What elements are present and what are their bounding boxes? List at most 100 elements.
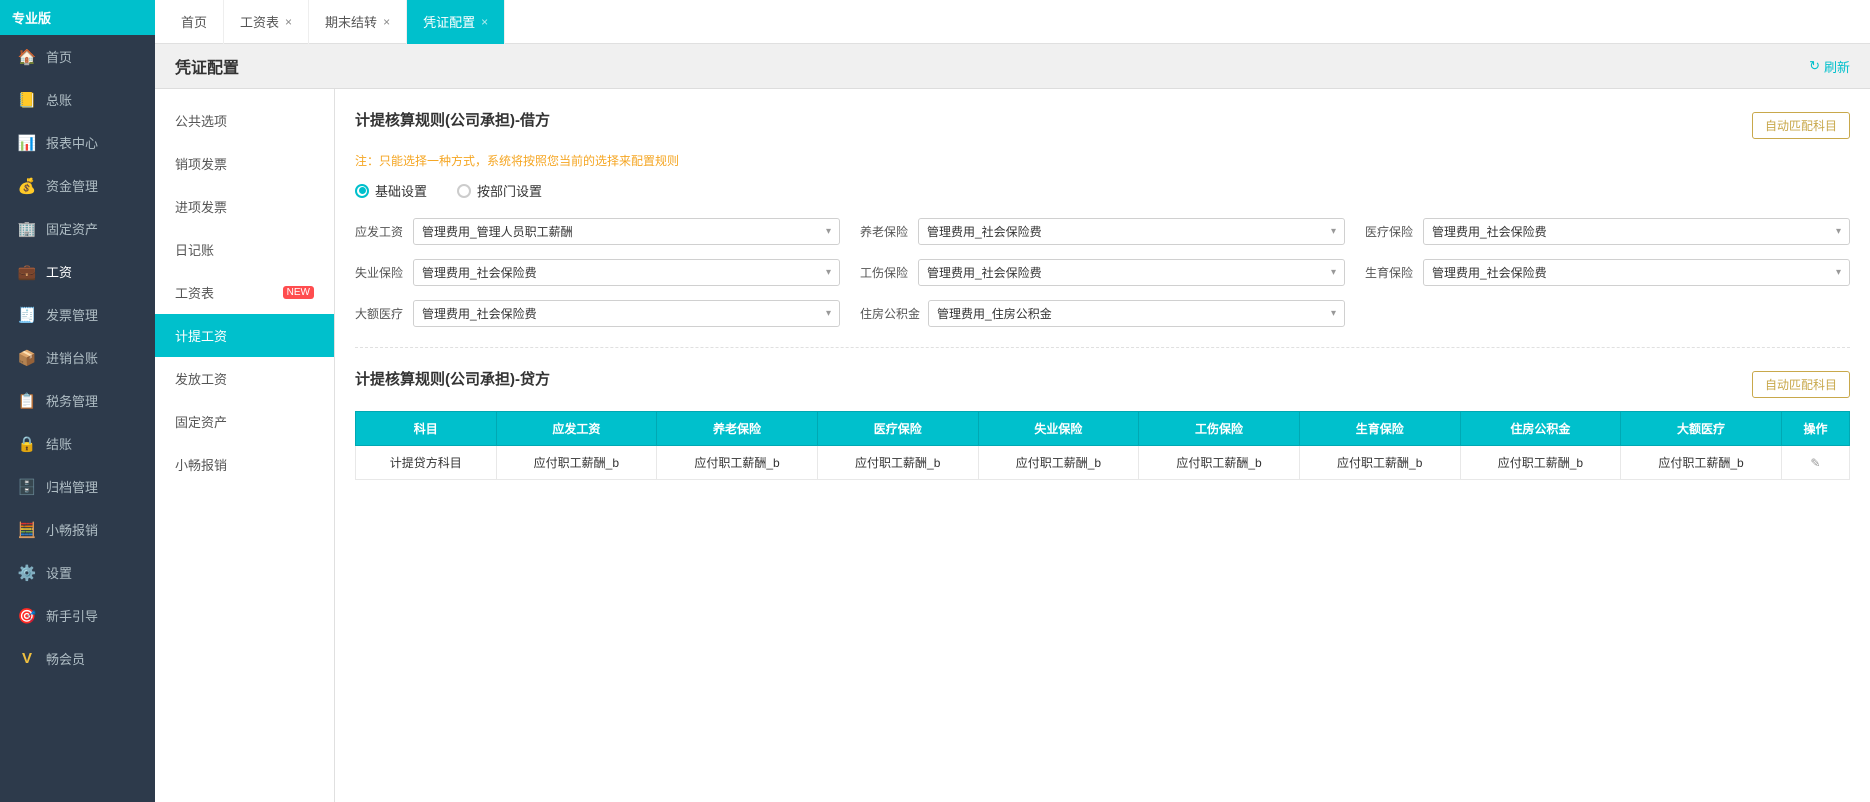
sidebar-item-invoice[interactable]: 🧾 发票管理 (0, 293, 155, 336)
sidebar-item-tax[interactable]: 📋 税务管理 (0, 379, 155, 422)
sidebar-item-assets[interactable]: 🏢 固定资产 (0, 207, 155, 250)
td-row1-col6: 应付职工薪酬_b (1139, 446, 1300, 480)
debit-form-row-1: 应发工资 管理费用_管理人员职工薪酬 ▾ 养老保险 管理费用_社会保险费 ▾ 医… (355, 218, 1850, 245)
left-nav-payroll-table[interactable]: 工资表 NEW (155, 271, 334, 314)
ledger-icon: 📒 (18, 91, 36, 109)
sidebar-item-guide[interactable]: 🎯 新手引导 (0, 594, 155, 637)
sidebar-item-archive[interactable]: 🗄️ 归档管理 (0, 465, 155, 508)
funds-icon: 💰 (18, 177, 36, 195)
td-row1-col8: 应付职工薪酬_b (1460, 446, 1621, 480)
section-divider (355, 347, 1850, 348)
sidebar-item-funds[interactable]: 💰 资金管理 (0, 164, 155, 207)
debit-section-note: 注：只能选择一种方式，系统将按照您当前的选择来配置规则 (355, 152, 1850, 169)
page-title: 凭证配置 (175, 54, 239, 78)
sidebar-item-ledger[interactable]: 📒 总账 (0, 78, 155, 121)
radio-group: 基础设置 按部门设置 (355, 181, 1850, 200)
guide-icon: 🎯 (18, 607, 36, 625)
radio-basic[interactable]: 基础设置 (355, 181, 427, 200)
select-shiye[interactable]: 管理费用_社会保险费 ▾ (413, 259, 840, 286)
reports-icon: 📊 (18, 134, 36, 152)
select-yiliao[interactable]: 管理费用_社会保险费 ▾ (1423, 218, 1850, 245)
close-period-icon: 🔒 (18, 435, 36, 453)
td-row1-col4: 应付职工薪酬_b (817, 446, 978, 480)
left-nav-purchase-invoice[interactable]: 进项发票 (155, 185, 334, 228)
left-nav-sales-invoice[interactable]: 销项发票 (155, 142, 334, 185)
settings-icon: ⚙️ (18, 564, 36, 582)
th-daeli: 大额医疗 (1621, 412, 1782, 446)
left-nav-pay-salary[interactable]: 发放工资 (155, 357, 334, 400)
sidebar-item-close[interactable]: 🔒 结账 (0, 422, 155, 465)
sidebar-item-expense[interactable]: 🧮 小畅报销 (0, 508, 155, 551)
refresh-icon: ↻ (1809, 58, 1820, 74)
chevron-down-icon: ▾ (826, 308, 831, 319)
sidebar-item-member[interactable]: V 畅会员 (0, 637, 155, 680)
radio-basic-circle (355, 184, 369, 198)
credit-section-title: 计提核算规则(公司承担)-贷方 (355, 368, 550, 389)
form-row-shengyu: 生育保险 管理费用_社会保险费 ▾ (1365, 259, 1850, 286)
select-yanglao[interactable]: 管理费用_社会保险费 ▾ (918, 218, 1345, 245)
credit-auto-match-button[interactable]: 自动匹配科目 (1752, 371, 1850, 398)
th-yanglao: 养老保险 (657, 412, 818, 446)
th-gongjijin: 住房公积金 (1460, 412, 1621, 446)
tab-home[interactable]: 首页 (165, 0, 224, 44)
edit-icon[interactable]: ✎ (1810, 456, 1820, 470)
close-tab-period-close[interactable]: × (383, 15, 390, 29)
td-row1-col7: 应付职工薪酬_b (1299, 446, 1460, 480)
tab-voucher-config[interactable]: 凭证配置 × (407, 0, 505, 44)
left-nav-journal[interactable]: 日记账 (155, 228, 334, 271)
form-row-shiye: 失业保险 管理费用_社会保险费 ▾ (355, 259, 840, 286)
th-yingfa: 应发工资 (496, 412, 657, 446)
form-row-yingfa: 应发工资 管理费用_管理人员职工薪酬 ▾ (355, 218, 840, 245)
select-gongshang[interactable]: 管理费用_社会保险费 ▾ (918, 259, 1345, 286)
sidebar-item-home[interactable]: 🏠 首页 (0, 35, 155, 78)
th-yiliao: 医疗保险 (817, 412, 978, 446)
stock-icon: 📦 (18, 349, 36, 367)
left-nav-fixed-assets[interactable]: 固定资产 (155, 400, 334, 443)
td-row1-col2: 应付职工薪酬_b (496, 446, 657, 480)
chevron-down-icon: ▾ (1836, 226, 1841, 237)
debit-form-row-2: 失业保险 管理费用_社会保险费 ▾ 工伤保险 管理费用_社会保险费 ▾ 生育保险 (355, 259, 1850, 286)
select-gongjijin[interactable]: 管理费用_住房公积金 ▾ (928, 300, 1345, 327)
sidebar-item-salary[interactable]: 💼 工资 (0, 250, 155, 293)
left-nav-expense-report[interactable]: 小畅报销 (155, 443, 334, 486)
sidebar-item-stock[interactable]: 📦 进销台账 (0, 336, 155, 379)
left-nav: 公共选项 销项发票 进项发票 日记账 工资表 NEW 计提工资 发放工资 固 (155, 89, 335, 802)
left-nav-public[interactable]: 公共选项 (155, 99, 334, 142)
invoice-icon: 🧾 (18, 306, 36, 324)
tab-payroll[interactable]: 工资表 × (224, 0, 309, 44)
radio-dept-circle (457, 184, 471, 198)
chevron-down-icon: ▾ (1331, 226, 1336, 237)
archive-icon: 🗄️ (18, 478, 36, 496)
close-tab-voucher-config[interactable]: × (481, 15, 488, 29)
table-row: 计提贷方科目 应付职工薪酬_b 应付职工薪酬_b 应付职工薪酬_b 应付职工薪酬… (356, 446, 1850, 480)
left-nav-calc-salary[interactable]: 计提工资 (155, 314, 334, 357)
form-row-yanglao: 养老保险 管理费用_社会保险费 ▾ (860, 218, 1345, 245)
select-daeli[interactable]: 管理费用_社会保险费 ▾ (413, 300, 840, 327)
sidebar: 专业版 🏠 首页 📒 总账 📊 报表中心 💰 资金管理 🏢 固定资产 💼 工资 … (0, 0, 155, 802)
page-header: 凭证配置 ↻ 刷新 (155, 44, 1870, 89)
form-row-gongjijin: 住房公积金 管理费用_住房公积金 ▾ (860, 300, 1345, 327)
top-tabs: 首页 工资表 × 期末结转 × 凭证配置 × (155, 0, 1870, 44)
form-row-daeli: 大额医疗 管理费用_社会保险费 ▾ (355, 300, 840, 327)
chevron-down-icon: ▾ (826, 226, 831, 237)
tab-period-close[interactable]: 期末结转 × (309, 0, 407, 44)
debit-form-row-3: 大额医疗 管理费用_社会保险费 ▾ 住房公积金 管理费用_住房公积金 ▾ (355, 300, 1850, 327)
debit-section-header: 计提核算规则(公司承担)-借方 自动匹配科目 (355, 109, 1850, 142)
refresh-button[interactable]: ↻ 刷新 (1809, 57, 1850, 76)
form-row-yiliao: 医疗保险 管理费用_社会保险费 ▾ (1365, 218, 1850, 245)
select-shengyu[interactable]: 管理费用_社会保险费 ▾ (1423, 259, 1850, 286)
table-header-row: 科目 应发工资 养老保险 医疗保险 失业保险 工伤保险 生育保险 住房公积金 大… (356, 412, 1850, 446)
td-row1-action[interactable]: ✎ (1781, 446, 1849, 480)
radio-dept[interactable]: 按部门设置 (457, 181, 542, 200)
new-badge: NEW (283, 286, 314, 299)
app-title: 专业版 (0, 0, 155, 35)
debit-auto-match-button[interactable]: 自动匹配科目 (1752, 112, 1850, 139)
credit-section-header: 计提核算规则(公司承担)-贷方 自动匹配科目 (355, 368, 1850, 401)
select-yingfa[interactable]: 管理费用_管理人员职工薪酬 ▾ (413, 218, 840, 245)
main-area: 首页 工资表 × 期末结转 × 凭证配置 × 凭证配置 ↻ 刷新 公共选项 (155, 0, 1870, 802)
home-icon: 🏠 (18, 48, 36, 66)
th-shengyu: 生育保险 (1299, 412, 1460, 446)
sidebar-item-settings[interactable]: ⚙️ 设置 (0, 551, 155, 594)
close-tab-payroll[interactable]: × (285, 15, 292, 29)
sidebar-item-reports[interactable]: 📊 报表中心 (0, 121, 155, 164)
